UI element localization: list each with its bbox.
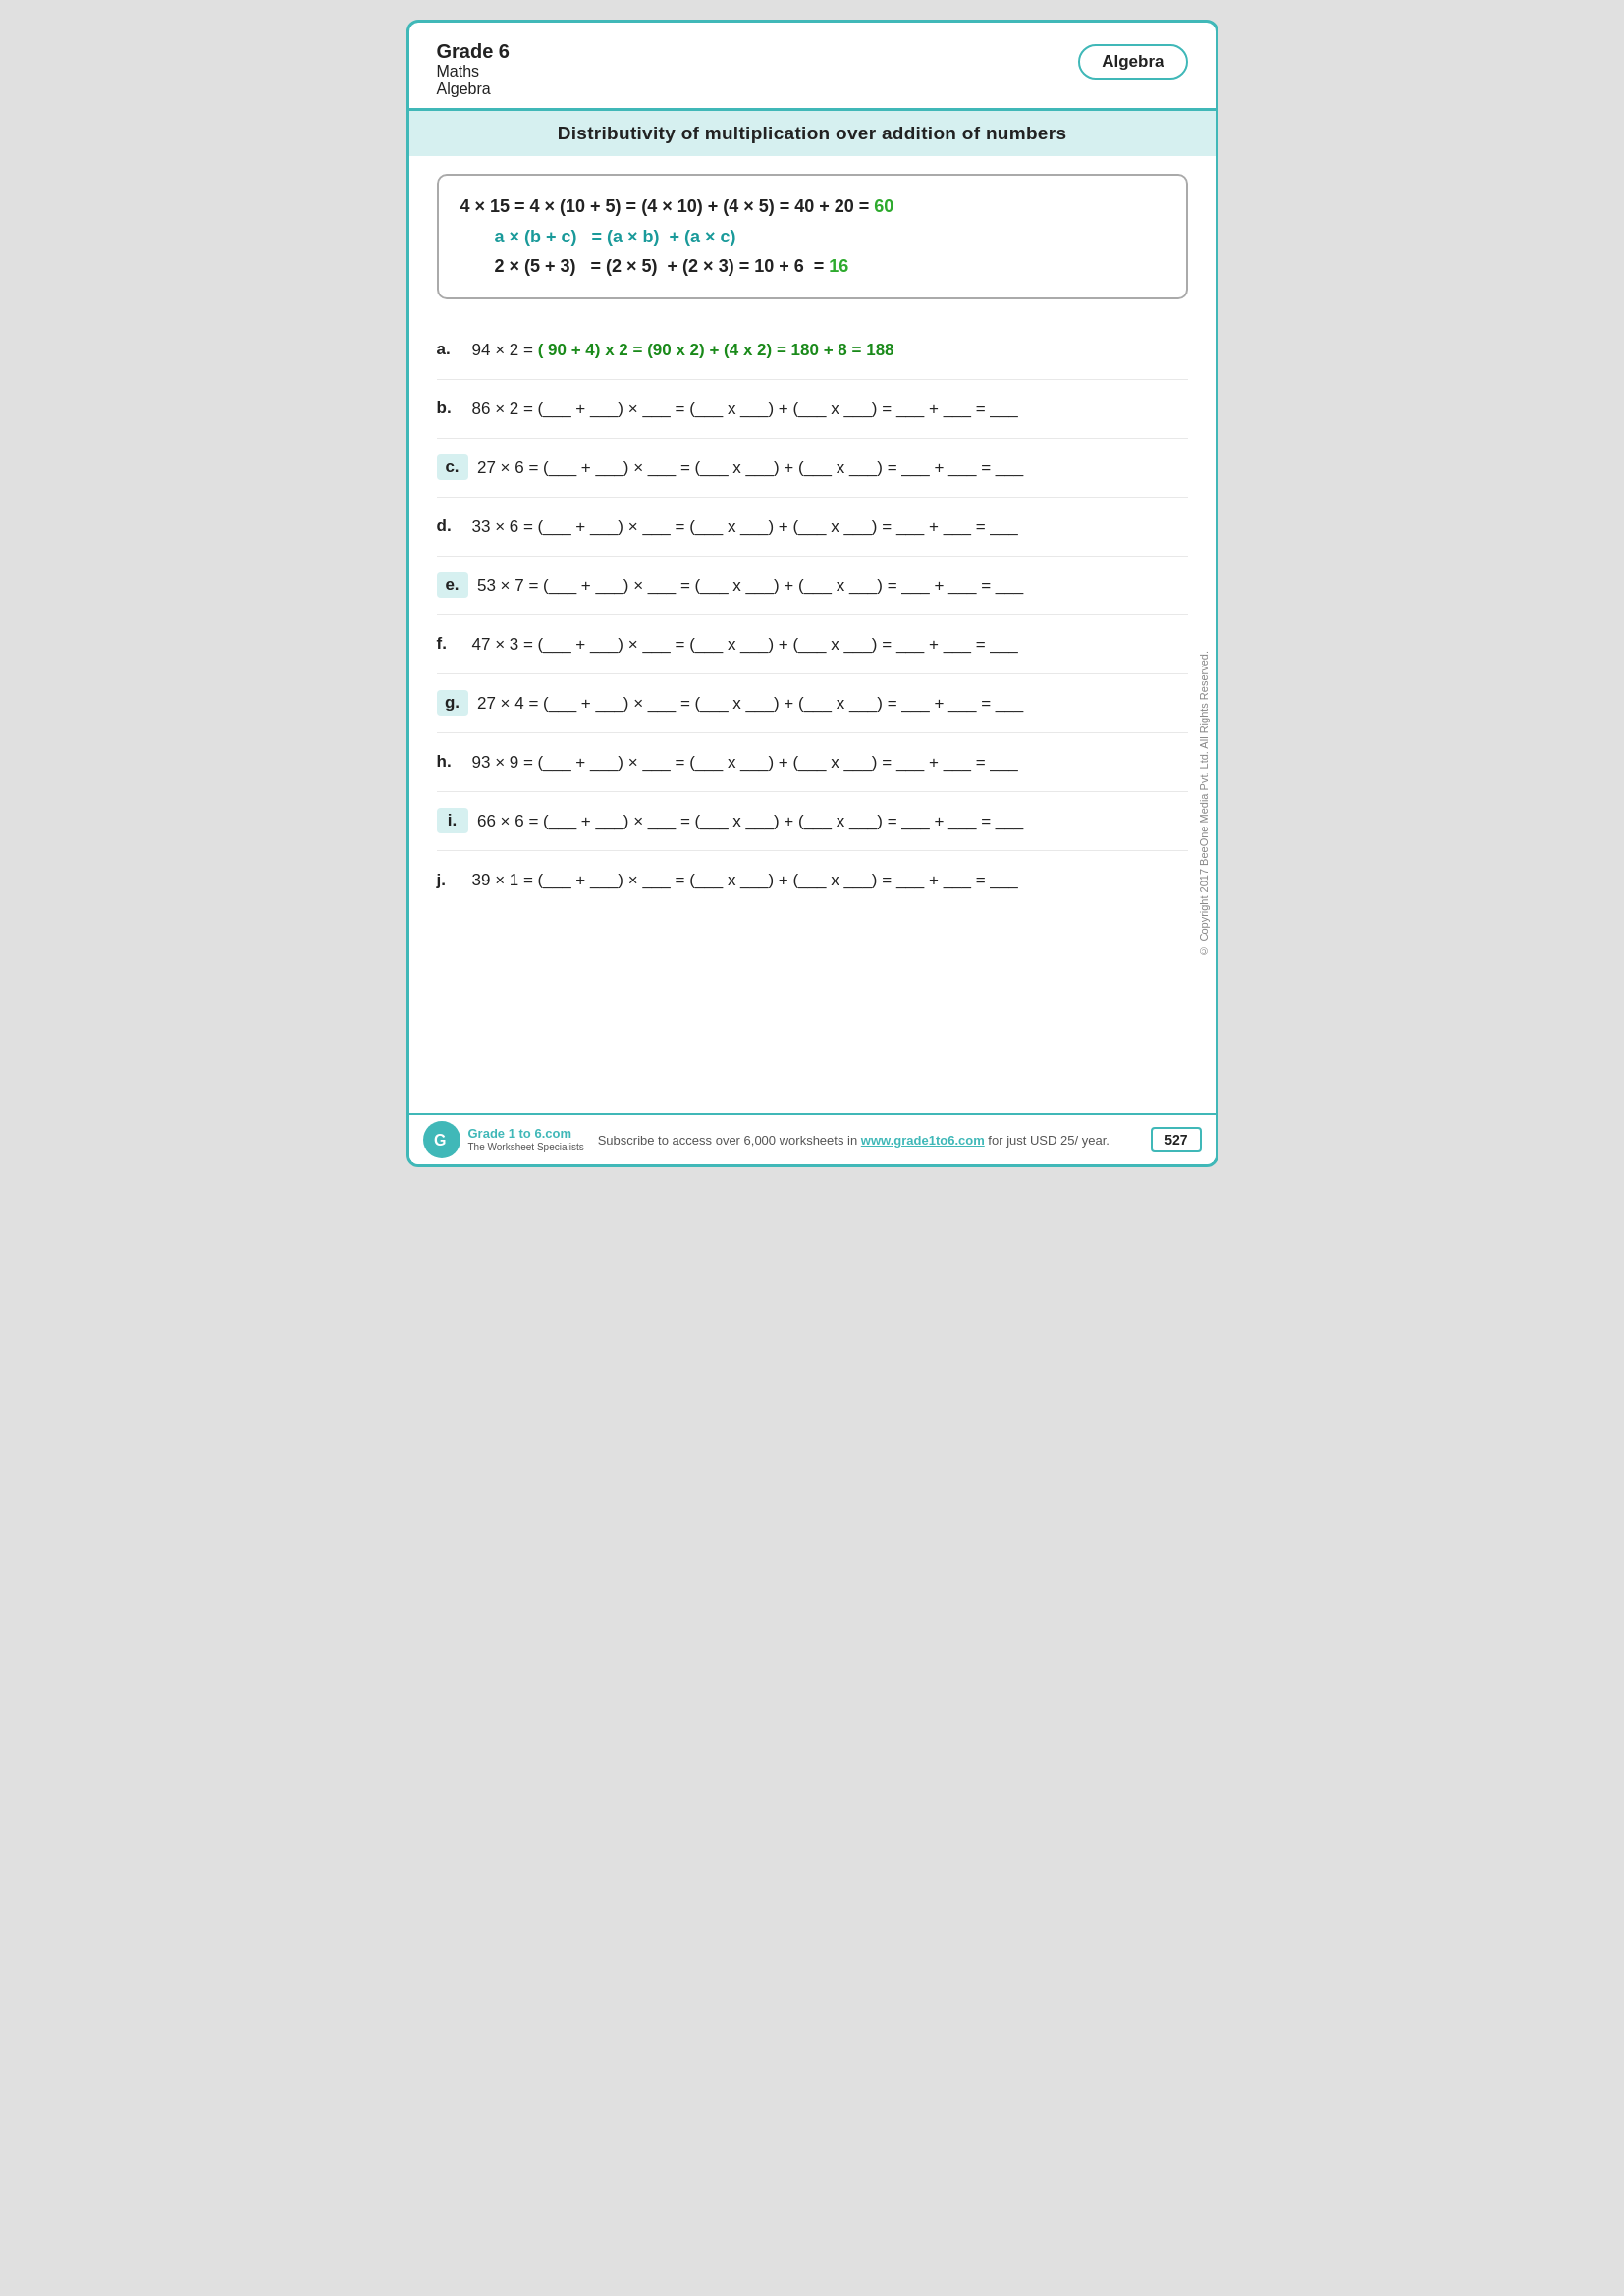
question-row-f: f. 47 × 3 = (___ + ___) × ___ = (___ x _… bbox=[437, 615, 1188, 674]
question-label-h: h. bbox=[437, 752, 472, 772]
question-label-b: b. bbox=[437, 399, 472, 418]
svg-text:G: G bbox=[434, 1132, 446, 1148]
algebra-badge: Algebra bbox=[1078, 44, 1187, 80]
example-line-3: 2 × (5 + 3) = (2 × 5) + (2 × 3) = 10 + 6… bbox=[460, 251, 1164, 282]
header-left: Grade 6 Maths Algebra bbox=[437, 40, 510, 98]
question-text-g: 27 × 4 = (___ + ___) × ___ = (___ x ___)… bbox=[468, 691, 1188, 717]
topic-label: Algebra bbox=[437, 80, 510, 98]
footer-site: Grade 1 to 6.com bbox=[468, 1127, 584, 1141]
question-label-g: g. bbox=[437, 690, 468, 716]
section-title: Distributivity of multiplication over ad… bbox=[558, 123, 1067, 143]
question-label-d: d. bbox=[437, 516, 472, 536]
worksheet-page: Grade 6 Maths Algebra Algebra Distributi… bbox=[406, 20, 1218, 1167]
question-row-i: i. 66 × 6 = (___ + ___) × ___ = (___ x _… bbox=[437, 792, 1188, 851]
section-title-bar: Distributivity of multiplication over ad… bbox=[409, 111, 1216, 156]
subject-label: Maths bbox=[437, 63, 510, 80]
question-text-h: 93 × 9 = (___ + ___) × ___ = (___ x ___)… bbox=[472, 750, 1188, 775]
footer-link[interactable]: www.grade1to6.com bbox=[861, 1133, 985, 1148]
footer-logo-text: Grade 1 to 6.com The Worksheet Specialis… bbox=[468, 1127, 584, 1151]
question-label-c: c. bbox=[437, 454, 468, 480]
example-box: 4 × 15 = 4 × (10 + 5) = (4 × 10) + (4 × … bbox=[437, 174, 1188, 299]
question-row-h: h. 93 × 9 = (___ + ___) × ___ = (___ x _… bbox=[437, 733, 1188, 792]
footer-logo: G Grade 1 to 6.com The Worksheet Special… bbox=[423, 1121, 584, 1158]
footer-subscribe: Subscribe to access over 6,000 worksheet… bbox=[598, 1133, 1151, 1148]
question-text-a: 94 × 2 = ( 90 + 4) x 2 = (90 x 2) + (4 x… bbox=[472, 338, 1188, 363]
header: Grade 6 Maths Algebra Algebra bbox=[409, 23, 1216, 111]
question-label-i: i. bbox=[437, 808, 468, 833]
content-area: 4 × 15 = 4 × (10 + 5) = (4 × 10) + (4 × … bbox=[409, 156, 1216, 969]
question-label-j: j. bbox=[437, 871, 472, 890]
question-row-c: c. 27 × 6 = (___ + ___) × ___ = (___ x _… bbox=[437, 439, 1188, 498]
footer-tagline: The Worksheet Specialists bbox=[468, 1142, 584, 1152]
logo-circle: G bbox=[423, 1121, 460, 1158]
question-row-g: g. 27 × 4 = (___ + ___) × ___ = (___ x _… bbox=[437, 674, 1188, 733]
question-text-f: 47 × 3 = (___ + ___) × ___ = (___ x ___)… bbox=[472, 632, 1188, 658]
question-label-a: a. bbox=[437, 340, 472, 359]
question-row-e: e. 53 × 7 = (___ + ___) × ___ = (___ x _… bbox=[437, 557, 1188, 615]
question-text-c: 27 × 6 = (___ + ___) × ___ = (___ x ___)… bbox=[468, 455, 1188, 481]
question-row-d: d. 33 × 6 = (___ + ___) × ___ = (___ x _… bbox=[437, 498, 1188, 557]
example-line-2: a × (b + c) = (a × b) + (a × c) bbox=[460, 222, 1164, 252]
question-row-j: j. 39 × 1 = (___ + ___) × ___ = (___ x _… bbox=[437, 851, 1188, 910]
page-number: 527 bbox=[1151, 1127, 1201, 1152]
question-label-e: e. bbox=[437, 572, 468, 598]
example-line-1: 4 × 15 = 4 × (10 + 5) = (4 × 10) + (4 × … bbox=[460, 191, 1164, 222]
question-text-e: 53 × 7 = (___ + ___) × ___ = (___ x ___)… bbox=[468, 573, 1188, 599]
question-text-b: 86 × 2 = (___ + ___) × ___ = (___ x ___)… bbox=[472, 397, 1188, 422]
question-text-j: 39 × 1 = (___ + ___) × ___ = (___ x ___)… bbox=[472, 868, 1188, 893]
question-text-i: 66 × 6 = (___ + ___) × ___ = (___ x ___)… bbox=[468, 809, 1188, 834]
question-label-f: f. bbox=[437, 634, 472, 654]
question-text-d: 33 × 6 = (___ + ___) × ___ = (___ x ___)… bbox=[472, 514, 1188, 540]
question-row-b: b. 86 × 2 = (___ + ___) × ___ = (___ x _… bbox=[437, 380, 1188, 439]
grade-label: Grade 6 bbox=[437, 40, 510, 63]
question-row-a: a. 94 × 2 = ( 90 + 4) x 2 = (90 x 2) + (… bbox=[437, 321, 1188, 380]
footer: G Grade 1 to 6.com The Worksheet Special… bbox=[409, 1113, 1216, 1164]
copyright-text: © Copyright 2017 BeeOne Media Pvt. Ltd. … bbox=[1198, 651, 1210, 957]
